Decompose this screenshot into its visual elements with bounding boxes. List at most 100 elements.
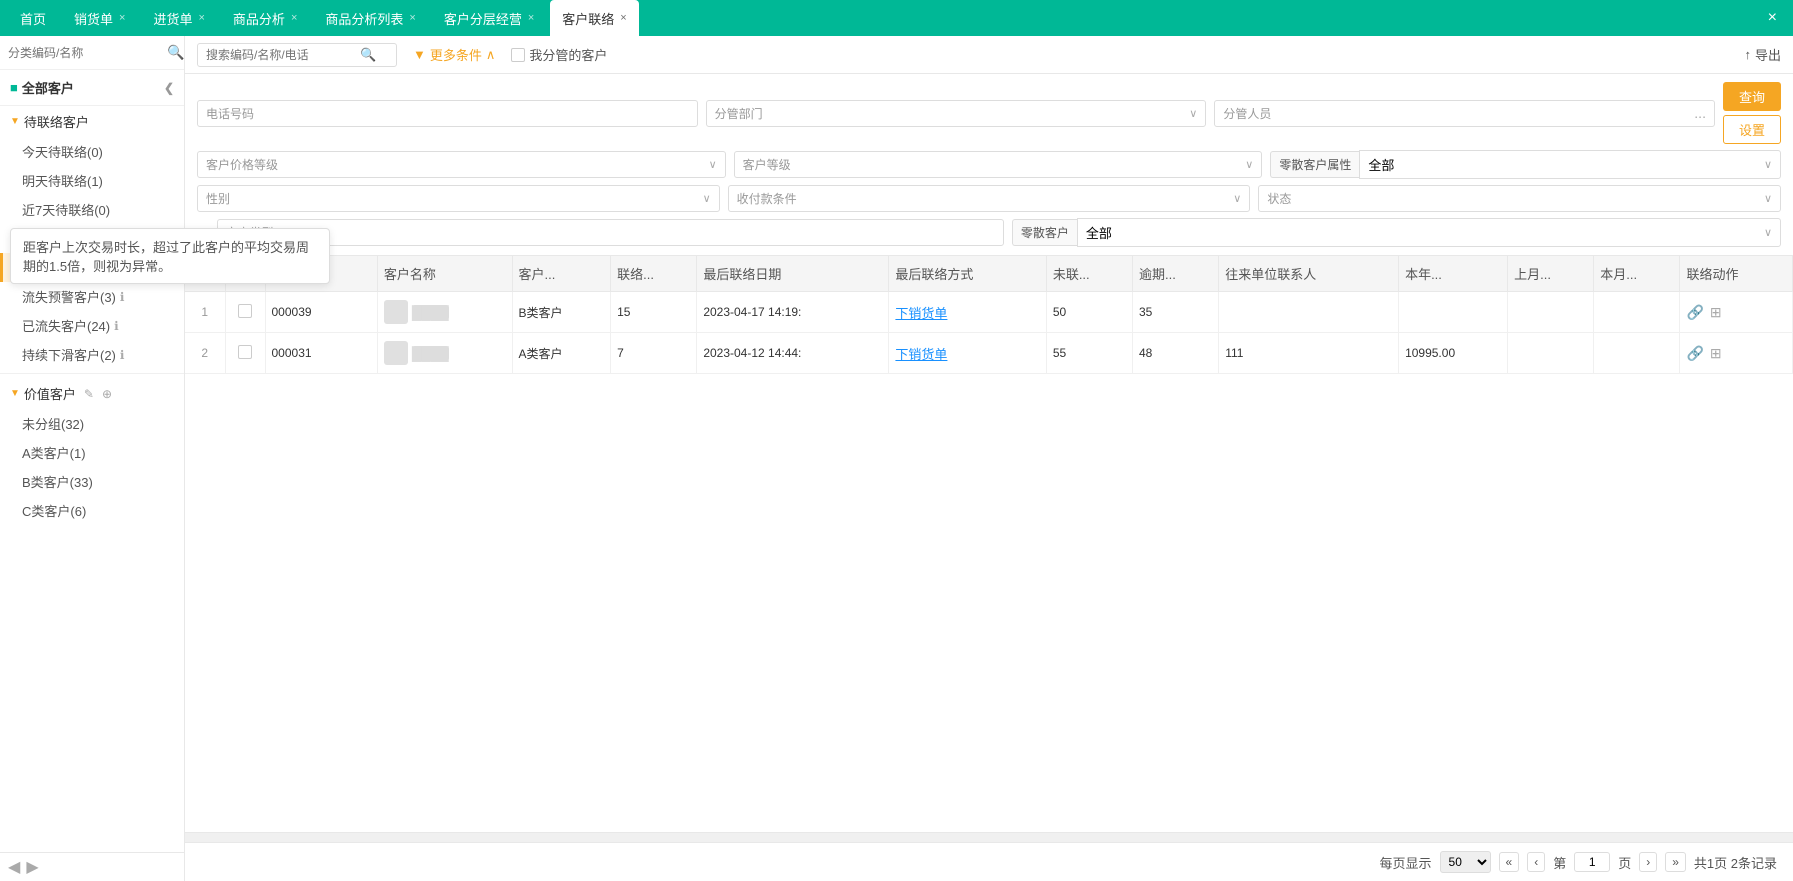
more-filter-button[interactable]: ▼ 更多条件 ∧	[405, 42, 503, 67]
page-size-select[interactable]: 50 20 100 200	[1440, 851, 1491, 873]
sidebar-item-a-class[interactable]: A类客户(1)	[0, 438, 184, 467]
my-customer-checkbox[interactable]	[511, 48, 525, 62]
action-grid-icon-0[interactable]: ⊞	[1710, 304, 1722, 321]
last-page-button[interactable]: »	[1665, 852, 1686, 872]
table-container: ⚙ 客户编码 客户名称 客户... 联络... 最后联络日期 最后联络方式 未联…	[185, 256, 1793, 832]
nav-tab-contact[interactable]: 客户联络 ×	[550, 0, 638, 36]
col-overdue[interactable]: 逾期...	[1133, 256, 1219, 292]
cell-checkbox-0[interactable]	[225, 292, 265, 333]
sidebar-item-declining[interactable]: 持续下滑客户(2) ℹ	[0, 340, 184, 369]
cell-last-contact-method-0[interactable]: 下销货单	[889, 292, 1046, 333]
row-checkbox-0[interactable]	[238, 304, 252, 318]
nav-tab-sales-close[interactable]: ×	[119, 12, 125, 24]
cell-last-contact-date-1: 2023-04-12 14:44:	[697, 333, 889, 374]
my-customer-checkbox-area[interactable]: 我分管的客户	[511, 45, 607, 64]
status-filter[interactable]: 状态 ∨	[1258, 185, 1781, 212]
col-last-contact-method[interactable]: 最后联络方式	[889, 256, 1046, 292]
nav-tab-analysis-close[interactable]: ×	[291, 12, 297, 24]
action-grid-icon-1[interactable]: ⊞	[1710, 345, 1722, 362]
sidebar-item-churn-warning[interactable]: 流失预警客户(3) ℹ	[0, 282, 184, 311]
col-year-amount[interactable]: 本年...	[1399, 256, 1508, 292]
nav-tab-purchase[interactable]: 进货单 ×	[141, 0, 216, 36]
dept-filter[interactable]: 分管部门 ∨	[706, 100, 1207, 127]
cell-action-0: 🔗 ⊞	[1680, 292, 1793, 333]
col-this-month[interactable]: 本月...	[1594, 256, 1680, 292]
sidebar-search-input[interactable]	[8, 46, 163, 60]
manager-dots[interactable]: ...	[1694, 105, 1706, 121]
sidebar-value-group[interactable]: ▼ 价值客户 ✎ ⊕	[0, 378, 184, 409]
col-customer-type[interactable]: 客户...	[512, 256, 611, 292]
price-level-filter[interactable]: 客户价格等级 ∨	[197, 151, 726, 178]
customer-type-filter[interactable]: 客户类型	[217, 219, 1004, 246]
cell-checkbox-1[interactable]	[225, 333, 265, 374]
last-contact-link-1[interactable]: 下销货单	[895, 347, 947, 362]
nav-tab-analysis-list[interactable]: 商品分析列表 ×	[313, 0, 427, 36]
col-un-contact[interactable]: 未联...	[1046, 256, 1132, 292]
toolbar-search-box[interactable]: 🔍	[197, 43, 397, 67]
sidebar-item-today[interactable]: 今天待联络(0)	[0, 137, 184, 166]
arrow-icon: ▼	[10, 116, 20, 127]
first-page-button[interactable]: «	[1499, 852, 1520, 872]
nav-tab-analysis-list-close[interactable]: ×	[409, 12, 415, 24]
sidebar-item-7days[interactable]: 近7天待联络(0)	[0, 195, 184, 224]
sidebar-item-churned[interactable]: 已流失客户(24) ℹ	[0, 311, 184, 340]
nav-tab-tier[interactable]: 客户分层经营 ×	[432, 0, 546, 36]
cell-customer-type-0: B类客户	[512, 292, 611, 333]
retail-attr-value[interactable]: 全部 ∨	[1359, 150, 1781, 179]
top-nav: 首页 销货单 × 进货单 × 商品分析 × 商品分析列表 × 客户分层经营 × …	[0, 0, 1793, 36]
close-all-button[interactable]: ×	[1760, 5, 1785, 31]
nav-tab-analysis[interactable]: 商品分析 ×	[221, 0, 309, 36]
gender-filter[interactable]: 性别 ∨	[197, 185, 720, 212]
page-number-input[interactable]	[1574, 852, 1610, 872]
nav-tab-contact-close[interactable]: ×	[620, 12, 626, 24]
col-name-sort[interactable]: 客户名称	[384, 264, 436, 283]
col-contact-count[interactable]: 联络...	[611, 256, 697, 292]
row-checkbox-1[interactable]	[238, 345, 252, 359]
cell-last-contact-method-1[interactable]: 下销货单	[889, 333, 1046, 374]
next-page-button[interactable]: ›	[1639, 852, 1657, 872]
phone-filter[interactable]: 电话号码	[197, 100, 698, 127]
customer-level-filter[interactable]: 客户等级 ∨	[734, 151, 1263, 178]
content-area: 🔍 ▼ 更多条件 ∧ 我分管的客户 ↑ 导出 电话号码	[185, 36, 1793, 881]
retail-customer-dropdown-icon: ∨	[1764, 226, 1772, 239]
nav-tab-home[interactable]: 首页	[8, 0, 58, 36]
retail-customer-value[interactable]: 全部 ∨	[1077, 218, 1781, 247]
col-last-contact-date[interactable]: 最后联络日期	[697, 256, 889, 292]
query-button[interactable]: 查询	[1723, 82, 1781, 111]
cell-customer-type-1: A类客户	[512, 333, 611, 374]
edit-icon[interactable]: ✎	[84, 387, 94, 401]
sidebar-collapse-btn[interactable]: ❮	[164, 81, 174, 95]
col-name[interactable]: 客户名称	[377, 256, 512, 292]
cell-overdue-0: 35	[1133, 292, 1219, 333]
horizontal-scrollbar[interactable]	[185, 832, 1793, 842]
page-suffix: 页	[1618, 853, 1631, 872]
sidebar-next-btn[interactable]: ▶	[26, 857, 38, 877]
tooltip-box: 距客户上次交易时长，超过了此客户的平均交易周期的1.5倍，则视为异常。	[10, 228, 330, 284]
sidebar-item-ungroup[interactable]: 未分组(32)	[0, 409, 184, 438]
nav-tab-purchase-close[interactable]: ×	[198, 12, 204, 24]
nav-tab-sales[interactable]: 销货单 ×	[62, 0, 137, 36]
cell-last-month-0	[1508, 292, 1594, 333]
search-input[interactable]	[206, 48, 356, 62]
add-group-icon[interactable]: ⊕	[102, 387, 112, 401]
col-unit-contact[interactable]: 往来单位联系人	[1219, 256, 1399, 292]
action-link-icon-0[interactable]: 🔗	[1686, 304, 1703, 321]
sidebar-item-b-class[interactable]: B类客户(33)	[0, 467, 184, 496]
nav-tab-tier-close[interactable]: ×	[528, 12, 534, 24]
table-row: 2 000031 ████ A类客户 7 2023-04-12 14:44:	[185, 333, 1793, 374]
sidebar-all-customers[interactable]: ■ 全部客户 ❮	[0, 70, 184, 106]
sidebar-item-c-class[interactable]: C类客户(6)	[0, 496, 184, 525]
prev-page-button[interactable]: ‹	[1527, 852, 1545, 872]
action-link-icon-1[interactable]: 🔗	[1686, 345, 1703, 362]
sidebar-prev-btn[interactable]: ◀	[8, 857, 20, 877]
retail-attr-filter[interactable]: 零散客户属性 全部 ∨	[1270, 150, 1781, 179]
col-last-month[interactable]: 上月...	[1508, 256, 1594, 292]
sidebar-item-tomorrow[interactable]: 明天待联络(1)	[0, 166, 184, 195]
export-button[interactable]: ↑ 导出	[1744, 45, 1781, 64]
last-contact-link-0[interactable]: 下销货单	[895, 306, 947, 321]
manager-filter[interactable]: 分管人员 ...	[1214, 100, 1715, 127]
set-button[interactable]: 设置	[1723, 115, 1781, 144]
sidebar-pending-group[interactable]: ▼ 待联络客户	[0, 106, 184, 137]
payment-filter[interactable]: 收付款条件 ∨	[728, 185, 1251, 212]
retail-customer-filter[interactable]: 零散客户 全部 ∨	[1012, 218, 1781, 247]
